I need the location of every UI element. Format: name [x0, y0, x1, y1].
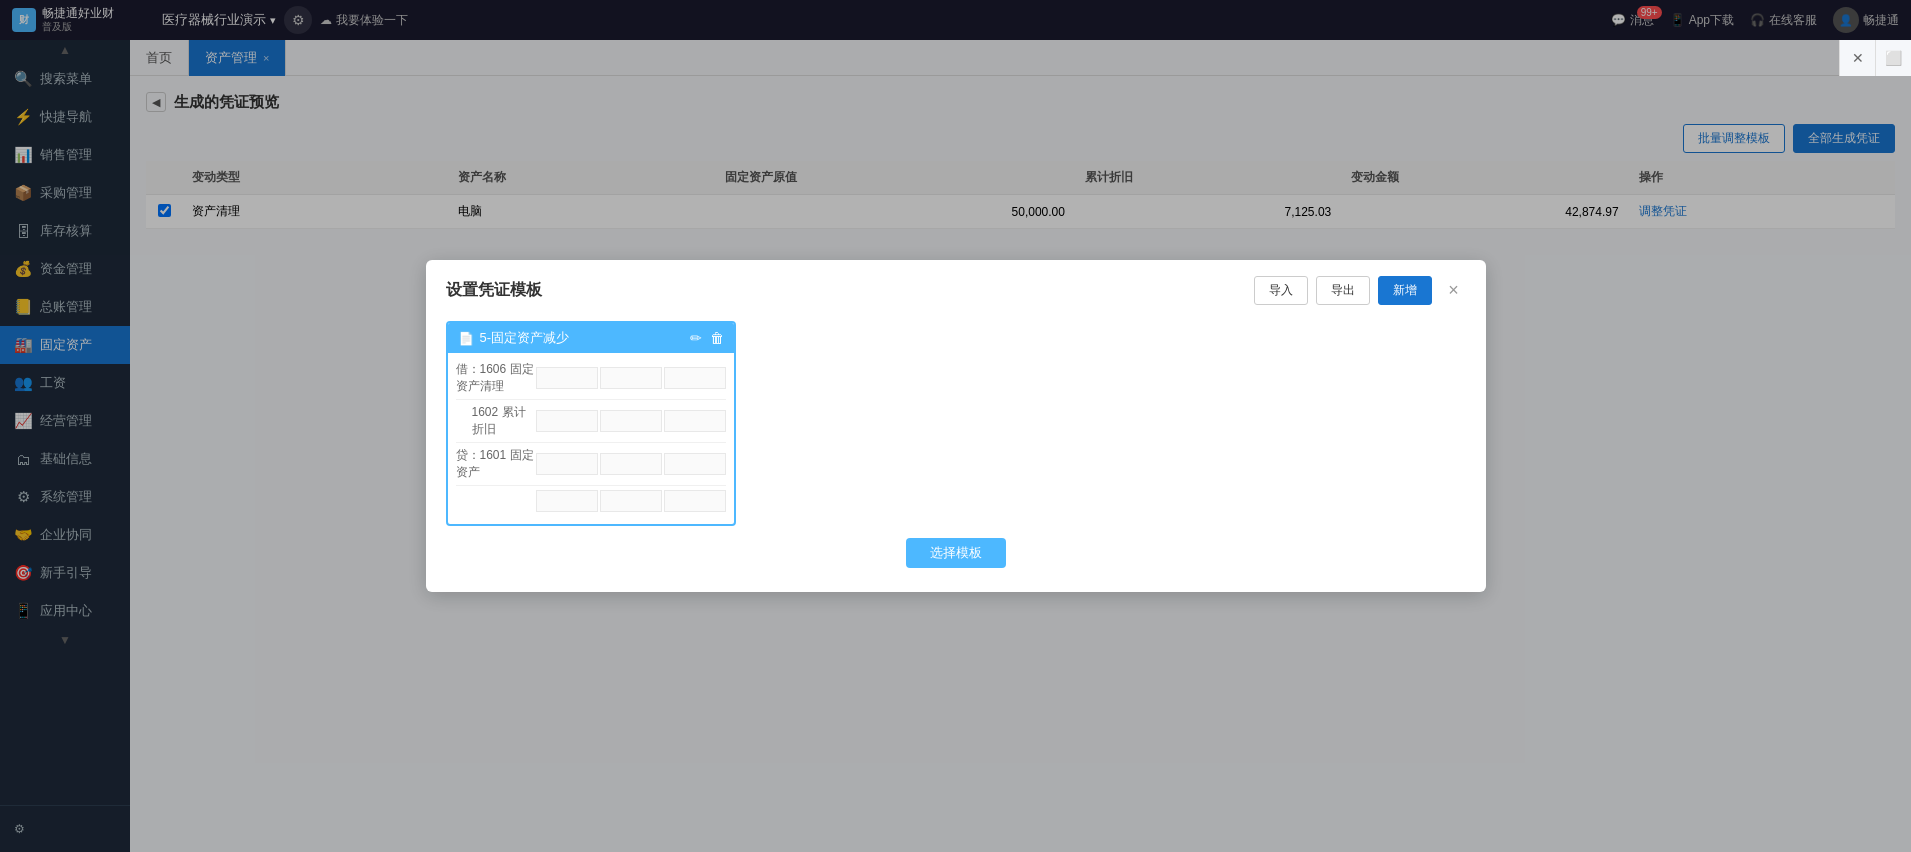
- template-card-header: 📄 5-固定资产减少 ✏ 🗑: [448, 323, 734, 353]
- template-col-6: [664, 410, 726, 432]
- template-col-5: [600, 410, 662, 432]
- import-button[interactable]: 导入: [1254, 276, 1308, 305]
- template-card-actions: ✏ 🗑: [690, 330, 724, 346]
- modal-close-button[interactable]: ×: [1442, 279, 1466, 303]
- template-edit-icon[interactable]: ✏: [690, 330, 702, 346]
- template-credit-row-1: 贷：1601 固定资产: [456, 443, 726, 486]
- template-file-icon: 📄: [458, 331, 474, 346]
- template-col-9: [664, 453, 726, 475]
- template-col-3: [664, 367, 726, 389]
- template-col-12: [664, 490, 726, 512]
- template-col-1: [536, 367, 598, 389]
- template-empty-row: [456, 486, 726, 516]
- select-template-button[interactable]: 选择模板: [906, 538, 1006, 568]
- template-name: 5-固定资产减少: [480, 329, 570, 347]
- modal-header: 设置凭证模板 导入 导出 新增 ×: [426, 260, 1486, 305]
- modal-toolbar: 导入 导出 新增: [1254, 276, 1432, 305]
- new-template-button[interactable]: 新增: [1378, 276, 1432, 305]
- window-controls: ✕ ⬜: [1839, 40, 1911, 76]
- modal-set-template: 设置凭证模板 导入 导出 新增 × 📄 5-固定资产减少 ✏ 🗑: [426, 260, 1486, 592]
- template-col-8: [600, 453, 662, 475]
- export-button[interactable]: 导出: [1316, 276, 1370, 305]
- template-col-2: [600, 367, 662, 389]
- template-card: 📄 5-固定资产减少 ✏ 🗑 借：1606 固定资产清理: [446, 321, 736, 526]
- template-debit-row-1: 借：1606 固定资产清理: [456, 357, 726, 400]
- template-col-4: [536, 410, 598, 432]
- maximize-window-button[interactable]: ⬜: [1875, 40, 1911, 76]
- modal-body: 📄 5-固定资产减少 ✏ 🗑 借：1606 固定资产清理: [426, 305, 1486, 592]
- close-window-button[interactable]: ✕: [1839, 40, 1875, 76]
- template-col-7: [536, 453, 598, 475]
- template-delete-icon[interactable]: 🗑: [710, 330, 724, 346]
- modal-overlay: 设置凭证模板 导入 导出 新增 × 📄 5-固定资产减少 ✏ 🗑: [0, 0, 1911, 852]
- template-card-body: 借：1606 固定资产清理 1602 累计折旧: [448, 353, 734, 524]
- template-col-10: [536, 490, 598, 512]
- modal-title: 设置凭证模板: [446, 280, 542, 301]
- template-col-11: [600, 490, 662, 512]
- template-debit-row-2: 1602 累计折旧: [456, 400, 726, 443]
